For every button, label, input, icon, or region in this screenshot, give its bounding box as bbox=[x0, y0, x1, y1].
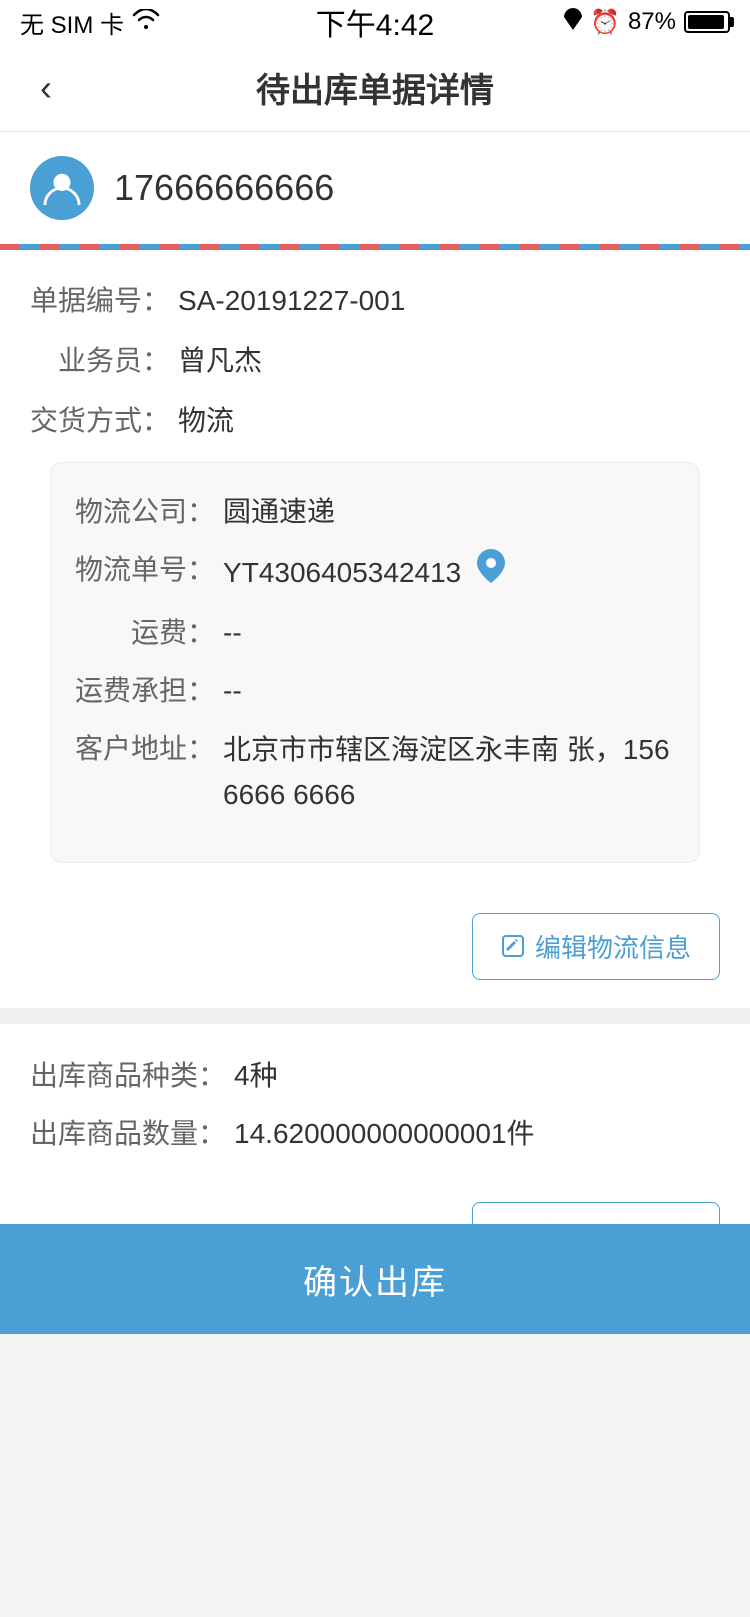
confirm-button[interactable]: 确认出库 bbox=[0, 1224, 750, 1334]
battery-text: 87% bbox=[628, 8, 676, 36]
back-button[interactable]: ‹ bbox=[30, 57, 62, 119]
status-bar-left: 无 SIM 卡 bbox=[20, 5, 160, 40]
freight-label: 运费： bbox=[75, 612, 215, 654]
tracking-no-row: 物流单号： YT4306405342413 bbox=[75, 549, 675, 596]
freight-bear-row: 运费承担： -- bbox=[75, 670, 675, 712]
edit-logistics-button[interactable]: 编辑物流信息 bbox=[472, 913, 720, 980]
wifi-icon bbox=[132, 8, 160, 36]
delivery-method-value: 物流 bbox=[170, 400, 720, 442]
logistics-company-value: 圆通速递 bbox=[215, 491, 675, 533]
goods-quantity-label: 出库商品数量： bbox=[30, 1112, 226, 1152]
customer-phone: 17666666666 bbox=[114, 167, 334, 209]
logistics-company-label: 物流公司： bbox=[75, 491, 215, 533]
tracking-no-label: 物流单号： bbox=[75, 549, 215, 591]
battery-icon bbox=[684, 11, 730, 33]
sales-person-label: 业务员： bbox=[30, 340, 170, 382]
address-row: 客户地址： 北京市市辖区海淀区永丰南 张，156 6666 6666 bbox=[75, 728, 675, 818]
delivery-method-row: 交货方式： 物流 bbox=[30, 400, 720, 442]
alarm-icon: ⏰ bbox=[590, 8, 620, 37]
freight-value: -- bbox=[215, 612, 675, 654]
tracking-location-icon[interactable] bbox=[477, 549, 505, 596]
section-divider bbox=[0, 1008, 750, 1024]
nav-bar: ‹ 待出库单据详情 bbox=[0, 44, 750, 132]
confirm-button-label: 确认出库 bbox=[303, 1255, 447, 1304]
goods-quantity-value: 14.620000000000001件 bbox=[226, 1112, 535, 1152]
sales-person-value: 曾凡杰 bbox=[170, 340, 720, 382]
order-info-section: 单据编号： SA-20191227-001 业务员： 曾凡杰 交货方式： 物流 … bbox=[0, 250, 750, 893]
status-bar-right: ⏰ 87% bbox=[564, 8, 730, 37]
address-label: 客户地址： bbox=[75, 728, 215, 770]
freight-row: 运费： -- bbox=[75, 612, 675, 654]
goods-types-label: 出库商品种类： bbox=[30, 1054, 226, 1094]
freight-bear-label: 运费承担： bbox=[75, 670, 215, 712]
delivery-method-label: 交货方式： bbox=[30, 400, 170, 442]
tracking-number: YT4306405342413 bbox=[223, 552, 461, 594]
goods-types-row: 出库商品种类： 4种 bbox=[30, 1054, 720, 1094]
edit-logistics-label: 编辑物流信息 bbox=[535, 928, 691, 965]
customer-section: 17666666666 bbox=[0, 132, 750, 244]
order-no-label: 单据编号： bbox=[30, 280, 170, 322]
address-value: 北京市市辖区海淀区永丰南 张，156 6666 6666 bbox=[215, 728, 675, 818]
goods-types-value: 4种 bbox=[226, 1054, 278, 1094]
freight-bear-value: -- bbox=[215, 670, 675, 712]
logistics-card: 物流公司： 圆通速递 物流单号： YT4306405342413 运费： bbox=[50, 462, 700, 863]
edit-logistics-section: 编辑物流信息 bbox=[0, 893, 750, 1008]
status-bar: 无 SIM 卡 下午4:42 ⏰ 87% bbox=[0, 0, 750, 44]
logistics-company-row: 物流公司： 圆通速递 bbox=[75, 491, 675, 533]
edit-icon bbox=[501, 934, 525, 958]
tracking-no-value: YT4306405342413 bbox=[215, 549, 675, 596]
order-no-row: 单据编号： SA-20191227-001 bbox=[30, 280, 720, 322]
sales-person-row: 业务员： 曾凡杰 bbox=[30, 340, 720, 382]
carrier-text: 无 SIM 卡 bbox=[20, 5, 124, 40]
avatar bbox=[30, 156, 94, 220]
status-bar-time: 下午4:42 bbox=[316, 0, 434, 44]
order-no-value: SA-20191227-001 bbox=[170, 280, 720, 322]
nav-title: 待出库单据详情 bbox=[256, 63, 494, 112]
goods-section: 出库商品种类： 4种 出库商品数量： 14.620000000000001件 bbox=[0, 1024, 750, 1182]
goods-quantity-row: 出库商品数量： 14.620000000000001件 bbox=[30, 1112, 720, 1152]
content: 17666666666 单据编号： SA-20191227-001 业务员： 曾… bbox=[0, 132, 750, 1617]
location-icon bbox=[564, 8, 582, 37]
